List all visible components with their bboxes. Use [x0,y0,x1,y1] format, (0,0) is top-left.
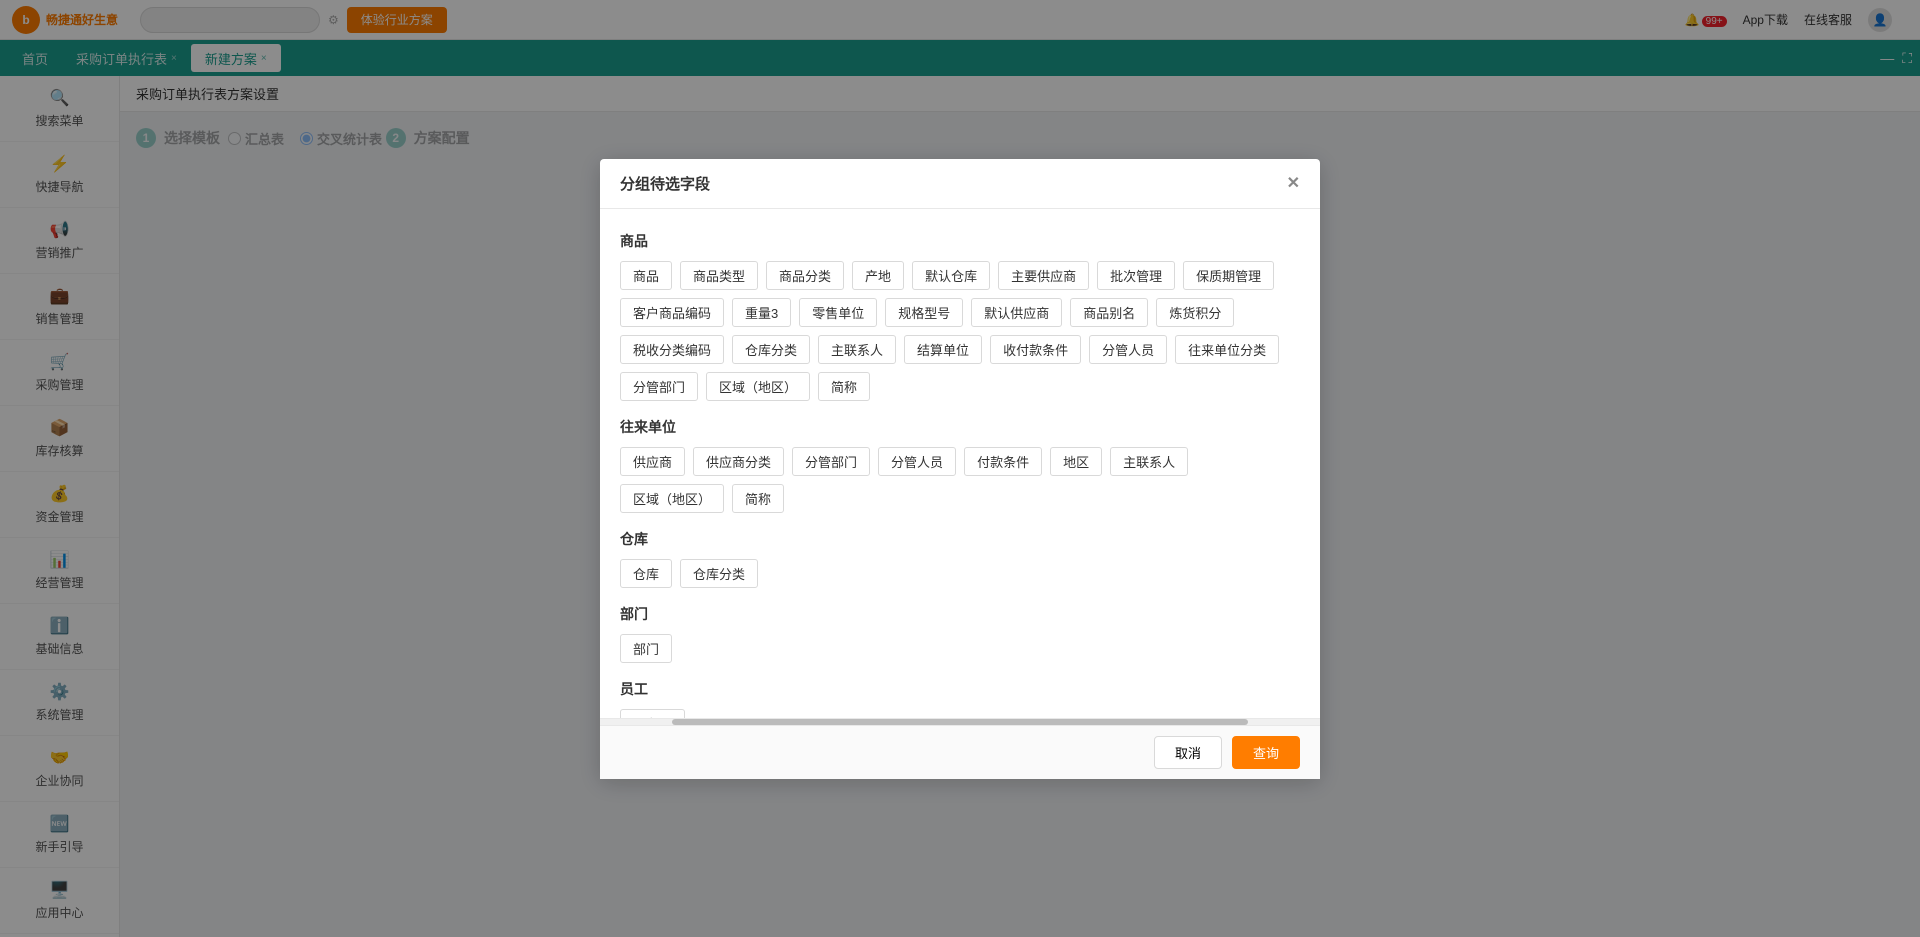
modal-cancel-btn[interactable]: 取消 [1154,736,1222,769]
section-warehouse: 仓库 仓库 仓库分类 [620,529,1300,588]
section-department: 部门 部门 [620,604,1300,663]
modal-title: 分组待选字段 [620,173,710,194]
field-tag[interactable]: 业务员 [620,709,685,719]
field-tag[interactable]: 默认供应商 [971,298,1062,327]
field-tag[interactable]: 区域（地区） [620,484,724,513]
section-employee: 员工 业务员 [620,679,1300,719]
field-tag[interactable]: 结算单位 [904,335,982,364]
section-partner-tags: 供应商 供应商分类 分管部门 分管人员 付款条件 地区 主联系人 区域（地区） … [620,447,1300,513]
modal-overlay: 分组待选字段 ✕ 商品 商品 商品类型 商品分类 产地 默认仓库 主要供应商 批… [0,0,1920,937]
field-tag[interactable]: 零售单位 [799,298,877,327]
section-partner: 往来单位 供应商 供应商分类 分管部门 分管人员 付款条件 地区 主联系人 区域… [620,417,1300,513]
modal-header: 分组待选字段 ✕ [600,159,1320,209]
section-department-title: 部门 [620,604,1300,624]
modal-body: 商品 商品 商品类型 商品分类 产地 默认仓库 主要供应商 批次管理 保质期管理… [600,209,1320,719]
field-tag[interactable]: 供应商分类 [693,447,784,476]
field-tag[interactable]: 仓库 [620,559,672,588]
section-employee-tags: 业务员 [620,709,1300,719]
modal-confirm-btn[interactable]: 查询 [1232,736,1300,769]
field-tag[interactable]: 部门 [620,634,672,663]
section-goods-title: 商品 [620,231,1300,251]
field-tag[interactable]: 供应商 [620,447,685,476]
field-tag[interactable]: 规格型号 [885,298,963,327]
section-goods-tags: 商品 商品类型 商品分类 产地 默认仓库 主要供应商 批次管理 保质期管理 客户… [620,261,1300,401]
field-tag[interactable]: 默认仓库 [912,261,990,290]
field-tag[interactable]: 商品分类 [766,261,844,290]
field-tag[interactable]: 保质期管理 [1183,261,1274,290]
field-tag[interactable]: 地区 [1050,447,1102,476]
field-tag[interactable]: 商品 [620,261,672,290]
field-tag[interactable]: 重量3 [732,298,791,327]
field-tag[interactable]: 炼货积分 [1156,298,1234,327]
field-tag[interactable]: 简称 [818,372,870,401]
field-tag[interactable]: 分管人员 [1089,335,1167,364]
field-tag[interactable]: 区域（地区） [706,372,810,401]
field-tag[interactable]: 分管人员 [878,447,956,476]
field-tag[interactable]: 客户商品编码 [620,298,724,327]
modal-close-btn[interactable]: ✕ [1287,173,1300,193]
field-tag[interactable]: 商品别名 [1070,298,1148,327]
field-tag[interactable]: 产地 [852,261,904,290]
field-tag[interactable]: 分管部门 [792,447,870,476]
section-warehouse-tags: 仓库 仓库分类 [620,559,1300,588]
field-tag[interactable]: 主联系人 [1110,447,1188,476]
section-warehouse-title: 仓库 [620,529,1300,549]
section-partner-title: 往来单位 [620,417,1300,437]
field-tag[interactable]: 仓库分类 [680,559,758,588]
field-tag[interactable]: 主要供应商 [998,261,1089,290]
field-tag[interactable]: 税收分类编码 [620,335,724,364]
modal-footer: 取消 查询 [600,725,1320,779]
field-tag[interactable]: 仓库分类 [732,335,810,364]
section-employee-title: 员工 [620,679,1300,699]
field-tag[interactable]: 付款条件 [964,447,1042,476]
field-tag[interactable]: 批次管理 [1097,261,1175,290]
field-tag[interactable]: 分管部门 [620,372,698,401]
section-goods: 商品 商品 商品类型 商品分类 产地 默认仓库 主要供应商 批次管理 保质期管理… [620,231,1300,401]
field-tag[interactable]: 商品类型 [680,261,758,290]
section-department-tags: 部门 [620,634,1300,663]
modal-dialog: 分组待选字段 ✕ 商品 商品 商品类型 商品分类 产地 默认仓库 主要供应商 批… [600,159,1320,779]
field-tag[interactable]: 简称 [732,484,784,513]
field-tag[interactable]: 收付款条件 [990,335,1081,364]
field-tag[interactable]: 主联系人 [818,335,896,364]
field-tag[interactable]: 往来单位分类 [1175,335,1279,364]
